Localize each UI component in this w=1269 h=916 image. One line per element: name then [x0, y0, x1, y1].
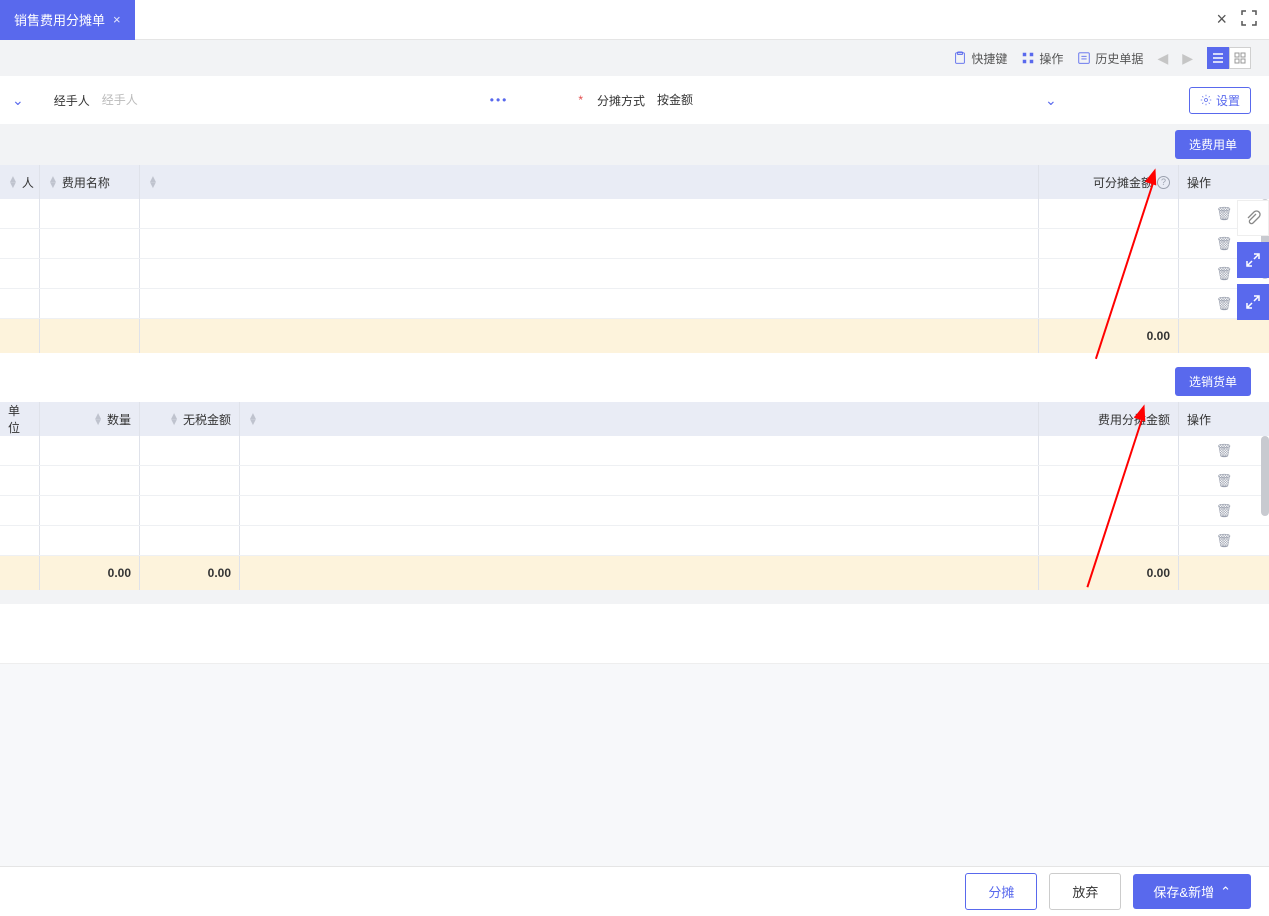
handler-label: 经手人 — [54, 92, 90, 109]
history-link[interactable]: 历史单据 — [1077, 50, 1143, 67]
tab-title: 销售费用分摊单 — [14, 10, 105, 29]
settings-button[interactable]: 设置 — [1189, 87, 1251, 114]
col-unit[interactable]: 单位 — [0, 402, 40, 436]
col-name[interactable]: ▲▼费用名称 — [40, 165, 140, 199]
expense-section-header: 选费用单 — [0, 124, 1269, 165]
col-notax[interactable]: ▲▼无税金额 — [140, 402, 240, 436]
handler-field: 经手人 ••• — [54, 89, 509, 112]
table-row[interactable]: 🗑 — [0, 436, 1269, 466]
expense-sum-row: 0.00 — [0, 319, 1269, 353]
chevron-up-icon: ⌃ — [1220, 884, 1231, 900]
trash-icon[interactable]: 🗑 — [1216, 236, 1233, 252]
card-view-button[interactable] — [1229, 47, 1251, 69]
more-icon[interactable]: ••• — [490, 93, 509, 107]
table-row[interactable]: 🗑 — [0, 466, 1269, 496]
select-expense-button[interactable]: 选费用单 — [1175, 130, 1251, 159]
sum-amount: 0.00 — [1147, 329, 1170, 343]
tab-bar: 销售费用分摊单 × × — [0, 0, 1269, 40]
operate-link[interactable]: 操作 — [1021, 50, 1063, 67]
table-row[interactable]: 🗑 — [0, 259, 1269, 289]
col-action: 操作 — [1179, 165, 1269, 199]
table-row[interactable]: 🗑 — [0, 199, 1269, 229]
required-mark: * — [578, 93, 583, 107]
clipboard-icon — [953, 51, 967, 65]
close-window-icon[interactable]: × — [1216, 9, 1227, 30]
sum-alloc: 0.00 — [1147, 566, 1170, 580]
gear-icon — [1200, 94, 1212, 106]
select-sales-button[interactable]: 选销货单 — [1175, 367, 1251, 396]
col-alloc[interactable]: 费用分摊金额 — [1039, 402, 1179, 436]
sum-qty: 0.00 — [108, 566, 131, 580]
trash-icon[interactable]: 🗑 — [1216, 533, 1233, 549]
scrollbar[interactable] — [1261, 436, 1269, 516]
list-view-button[interactable] — [1207, 47, 1229, 69]
trash-icon[interactable]: 🗑 — [1216, 206, 1233, 222]
col-spacer: ▲▼ — [140, 165, 1039, 199]
discard-button[interactable]: 放弃 — [1049, 873, 1121, 910]
grid-icon — [1021, 51, 1035, 65]
view-toggle — [1207, 47, 1251, 69]
notes-area[interactable] — [0, 604, 1269, 664]
shortcut-link[interactable]: 快捷键 — [953, 50, 1007, 67]
trash-icon[interactable]: 🗑 — [1216, 443, 1233, 459]
expense-table: ▲▼人 ▲▼费用名称 ▲▼ 可分摊金额? 操作 🗑 🗑 🗑 🗑 0.00 — [0, 165, 1269, 353]
table-row[interactable]: 🗑 — [0, 289, 1269, 319]
toolbar: 快捷键 操作 历史单据 ◀ ▶ — [0, 40, 1269, 76]
side-toolbar — [1237, 200, 1269, 320]
info-icon[interactable]: ? — [1157, 176, 1170, 189]
sales-tbody: 🗑 🗑 🗑 🗑 — [0, 436, 1269, 556]
close-icon[interactable]: × — [113, 12, 121, 27]
attachment-icon[interactable] — [1237, 200, 1269, 236]
history-icon — [1077, 51, 1091, 65]
col-supplier[interactable]: ▲▼人 — [0, 165, 40, 199]
next-icon[interactable]: ▶ — [1182, 50, 1193, 67]
sum-notax: 0.00 — [208, 566, 231, 580]
footer-bar: 分摊 放弃 保存&新增 ⌃ — [0, 866, 1269, 916]
form-row: ⌄ 经手人 ••• * 分摊方式 ⌄ 设置 — [0, 76, 1269, 124]
sales-section-header: 选销货单 — [0, 353, 1269, 402]
sales-table: 单位 ▲▼数量 ▲▼无税金额 ▲▼ 费用分摊金额 操作 🗑 🗑 🗑 🗑 0.00… — [0, 402, 1269, 590]
method-label: 分摊方式 — [597, 92, 645, 109]
col-spacer: ▲▼ — [240, 402, 1039, 436]
trash-icon[interactable]: 🗑 — [1216, 503, 1233, 519]
col-action: 操作 — [1179, 402, 1269, 436]
table-row[interactable]: 🗑 — [0, 496, 1269, 526]
expand-icon-2[interactable] — [1237, 284, 1269, 320]
blank-area — [0, 664, 1269, 874]
col-qty[interactable]: ▲▼数量 — [40, 402, 140, 436]
expense-thead: ▲▼人 ▲▼费用名称 ▲▼ 可分摊金额? 操作 — [0, 165, 1269, 199]
method-field: * 分摊方式 ⌄ — [578, 89, 1056, 112]
sales-thead: 单位 ▲▼数量 ▲▼无税金额 ▲▼ 费用分摊金额 操作 — [0, 402, 1269, 436]
fullscreen-icon[interactable] — [1241, 10, 1257, 29]
trash-icon[interactable]: 🗑 — [1216, 296, 1233, 312]
allocate-button[interactable]: 分摊 — [965, 873, 1037, 910]
expense-tbody: 🗑 🗑 🗑 🗑 — [0, 199, 1269, 319]
expand-icon[interactable] — [1237, 242, 1269, 278]
save-new-button[interactable]: 保存&新增 ⌃ — [1133, 874, 1251, 909]
chevron-down-icon[interactable]: ⌄ — [1045, 92, 1057, 109]
trash-icon[interactable]: 🗑 — [1216, 473, 1233, 489]
chevron-down-icon[interactable]: ⌄ — [12, 92, 24, 109]
method-input[interactable] — [655, 89, 1035, 112]
trash-icon[interactable]: 🗑 — [1216, 266, 1233, 282]
handler-input[interactable] — [100, 89, 480, 112]
tab-active[interactable]: 销售费用分摊单 × — [0, 0, 135, 40]
prev-icon[interactable]: ◀ — [1157, 50, 1168, 67]
gap — [0, 590, 1269, 604]
sales-sum-row: 0.00 0.00 0.00 — [0, 556, 1269, 590]
table-row[interactable]: 🗑 — [0, 229, 1269, 259]
table-row[interactable]: 🗑 — [0, 526, 1269, 556]
